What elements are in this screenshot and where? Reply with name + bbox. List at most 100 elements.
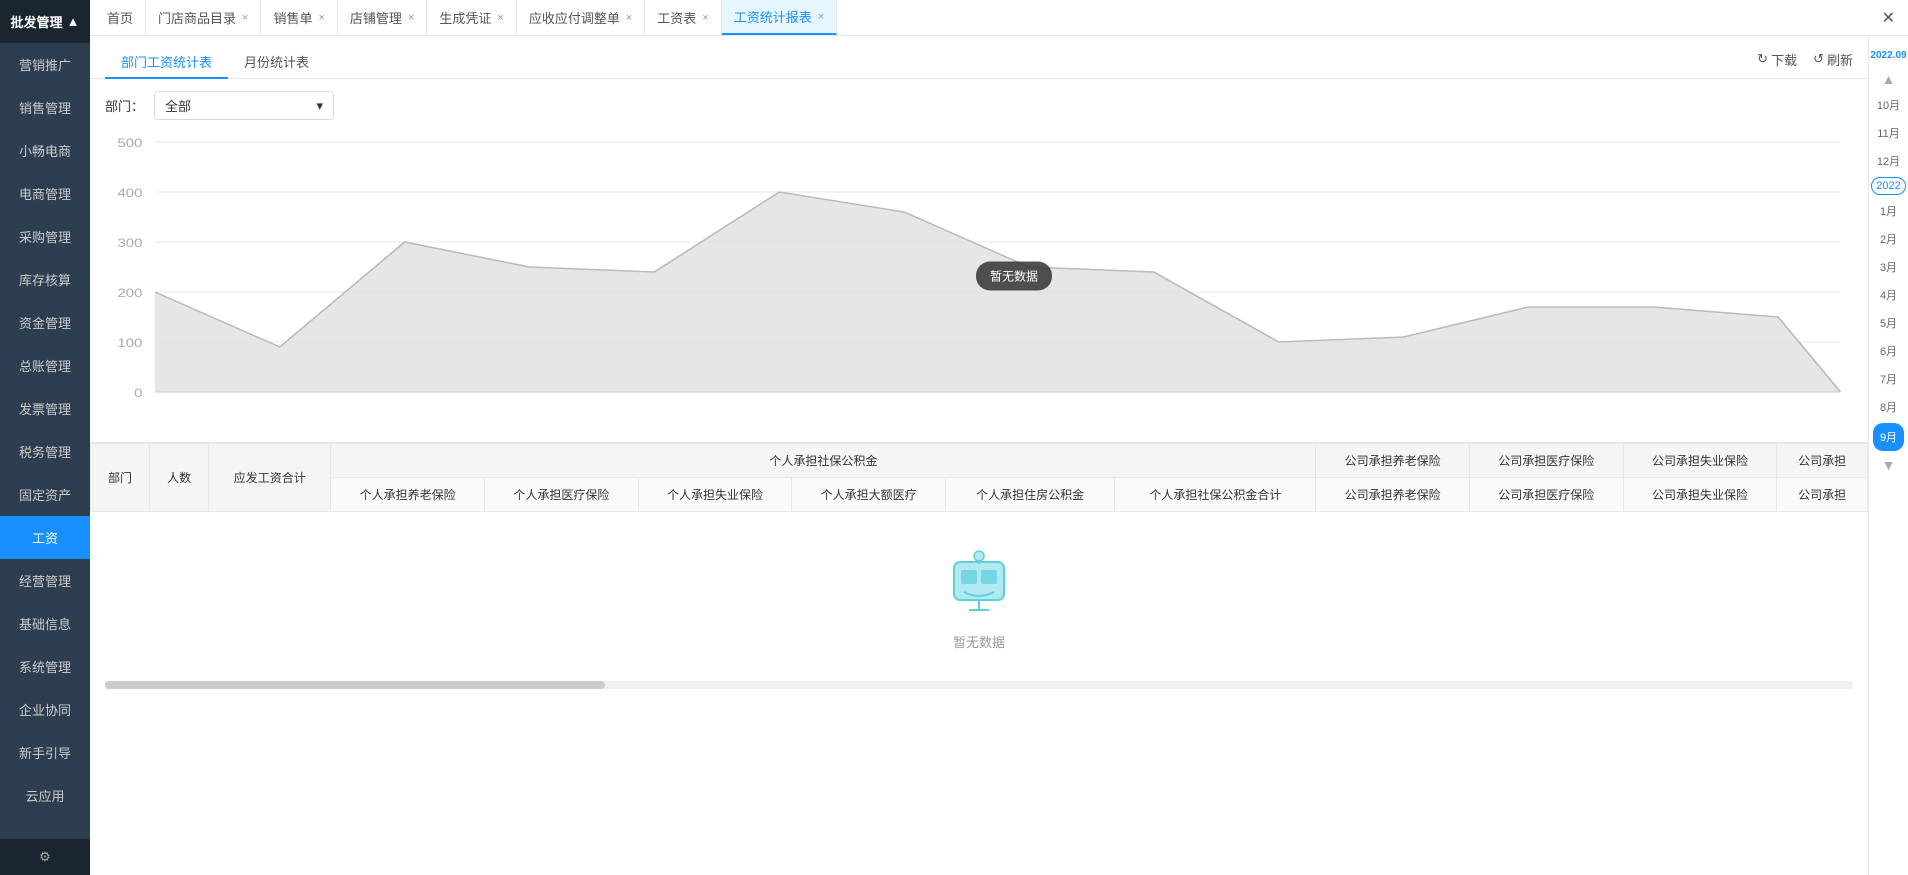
download-button[interactable]: ↻ 下载 [1757, 50, 1797, 69]
sidebar-item-电商管理[interactable]: 电商管理 [0, 172, 90, 215]
th-company-old-insurance: 公司承担养老保险 [1316, 444, 1470, 478]
empty-state-text: 暂无数据 [953, 632, 1005, 651]
th-department: 部门 [91, 444, 150, 512]
th-personal-unemp: 个人承担失业保险 [638, 478, 792, 512]
table-area[interactable]: 部门 人数 应发工资合计 个人承担社保公积金 公司承担养老保险 公司承担医疗保险… [90, 442, 1868, 875]
sub-tab-部门工资统计表[interactable]: 部门工资统计表 [105, 46, 228, 79]
top-tab-label: 销售单 [273, 8, 312, 27]
th-personal-total: 个人承担社保公积金合计 [1115, 478, 1316, 512]
timeline-jul[interactable]: 7月 [1869, 365, 1908, 393]
th-co-unemp-dup: 公司承担失业保险 [1623, 478, 1777, 512]
department-select[interactable]: 全部 ▾ [154, 91, 334, 120]
top-tab-label: 门店商品目录 [158, 8, 236, 27]
sidebar-item-税务管理[interactable]: 税务管理 [0, 430, 90, 473]
svg-text:0: 0 [134, 386, 143, 399]
th-personal-big-medical: 个人承担大额医疗 [792, 478, 946, 512]
timeline-down-arrow[interactable]: ▼ [1869, 453, 1908, 477]
tab-close-icon[interactable]: × [702, 12, 708, 24]
timeline-may[interactable]: 5月 [1869, 309, 1908, 337]
sidebar-item-发票管理[interactable]: 发票管理 [0, 387, 90, 430]
timeline-jan[interactable]: 1月 [1869, 197, 1908, 225]
sidebar-item-采购管理[interactable]: 采购管理 [0, 215, 90, 258]
sidebar-item-库存核算[interactable]: 库存核算 [0, 258, 90, 301]
timeline-nov[interactable]: 11月 [1869, 119, 1908, 147]
department-filter-label: 部门： [105, 96, 144, 115]
sidebar-item-基础信息[interactable]: 基础信息 [0, 602, 90, 645]
top-tab-首页[interactable]: 首页 [95, 0, 146, 35]
sidebar-item-总账管理[interactable]: 总账管理 [0, 344, 90, 387]
salary-table: 部门 人数 应发工资合计 个人承担社保公积金 公司承担养老保险 公司承担医疗保险… [90, 443, 1868, 512]
timeline-aug[interactable]: 8月 [1869, 393, 1908, 421]
sidebar-item-系统管理[interactable]: 系统管理 [0, 645, 90, 688]
top-tab-工资表[interactable]: 工资表× [645, 0, 721, 35]
svg-text:200: 200 [117, 286, 142, 299]
timeline-dec[interactable]: 12月 [1869, 147, 1908, 175]
sidebar-item-企业协同[interactable]: 企业协同 [0, 688, 90, 731]
timeline-apr[interactable]: 4月 [1869, 281, 1908, 309]
refresh-button[interactable]: ↺ 刷新 [1813, 50, 1853, 69]
top-tab-工资统计报表[interactable]: 工资统计报表 × [722, 0, 837, 35]
content-area: 部门工资统计表月份统计表 ↻ 下载 ↺ 刷新 部门： 全部 ▾ [90, 36, 1868, 875]
sub-tab-月份统计表[interactable]: 月份统计表 [228, 46, 325, 79]
tab-close-icon[interactable]: × [408, 12, 414, 24]
sidebar-item-销售管理[interactable]: 销售管理 [0, 86, 90, 129]
svg-text:500: 500 [117, 136, 142, 149]
tab-close-icon[interactable]: × [626, 12, 632, 24]
timeline-oct[interactable]: 10月 [1869, 91, 1908, 119]
th-salary-total: 应发工资合计 [209, 444, 331, 512]
th-co-medical-dup: 公司承担医疗保险 [1469, 478, 1623, 512]
refresh-icon: ↺ [1813, 51, 1824, 67]
timeline-year[interactable]: 2022 [1871, 177, 1905, 195]
table-header-row1: 部门 人数 应发工资合计 个人承担社保公积金 公司承担养老保险 公司承担医疗保险… [91, 444, 1868, 478]
sidebar-item-资金管理[interactable]: 资金管理 [0, 301, 90, 344]
top-tab-label: 店铺管理 [350, 8, 402, 27]
top-tabs-right: ✕ [1882, 8, 1903, 28]
svg-text:400: 400 [117, 186, 142, 199]
timeline-sep[interactable]: 9月 [1873, 423, 1904, 451]
top-tab-应收应付调整单[interactable]: 应收应付调整单 × [517, 0, 645, 35]
top-tab-店铺管理[interactable]: 店铺管理 × [338, 0, 427, 35]
sidebar-item-新手引导[interactable]: 新手引导 [0, 731, 90, 774]
sub-tabs-actions: ↻ 下载 ↺ 刷新 [1757, 50, 1853, 75]
th-company-unemployment: 公司承担失业保险 [1623, 444, 1777, 478]
chart-svg: 500 400 300 200 100 0 [105, 132, 1853, 432]
sidebar-item-固定资产[interactable]: 固定资产 [0, 473, 90, 516]
th-count: 人数 [150, 444, 209, 512]
top-tab-生成凭证[interactable]: 生成凭证 × [427, 0, 516, 35]
sidebar-header[interactable]: 批发管理 ▲ [0, 0, 90, 43]
tab-close-icon[interactable]: × [318, 12, 324, 24]
timeline-feb[interactable]: 2月 [1869, 225, 1908, 253]
sidebar-item-小畅电商[interactable]: 小畅电商 [0, 129, 90, 172]
sidebar-item-经营管理[interactable]: 经营管理 [0, 559, 90, 602]
horizontal-scroll-thumb[interactable] [105, 681, 605, 689]
svg-text:300: 300 [117, 236, 142, 249]
top-tab-销售单[interactable]: 销售单 × [261, 0, 337, 35]
timeline-jun[interactable]: 6月 [1869, 337, 1908, 365]
top-tab-label: 生成凭证 [439, 8, 491, 27]
chevron-down-icon: ▾ [316, 98, 323, 114]
tab-close-icon[interactable]: × [497, 12, 503, 24]
timeline-panel: 2022.09 ▲ 10月 11月 12月 2022 1月 2月 3月 4月 5… [1868, 36, 1908, 875]
th-co-old-dup: 公司承担养老保险 [1316, 478, 1470, 512]
tab-close-icon[interactable]: × [242, 12, 248, 24]
top-tab-label: 首页 [107, 8, 133, 27]
empty-icon-svg [939, 542, 1019, 622]
sidebar-item-工资[interactable]: 工资 [0, 516, 90, 559]
timeline-up-arrow[interactable]: ▲ [1869, 67, 1908, 91]
top-tabs: 首页门店商品目录×销售单×店铺管理×生成凭证×应收应付调整单×工资表×工资统计报… [90, 0, 1908, 36]
th-company-medical: 公司承担医疗保险 [1469, 444, 1623, 478]
sidebar-item-云应用[interactable]: 云应用 [0, 774, 90, 817]
window-close-icon[interactable]: ✕ [1882, 8, 1895, 28]
timeline-mar[interactable]: 3月 [1869, 253, 1908, 281]
top-tab-label: 工资统计报表 [734, 7, 812, 26]
top-tab-门店商品目录[interactable]: 门店商品目录 × [146, 0, 261, 35]
sub-tabs: 部门工资统计表月份统计表 ↻ 下载 ↺ 刷新 [90, 36, 1868, 79]
sidebar-header-label: 批发管理 [11, 12, 63, 31]
sidebar: 批发管理 ▲ 营销推广销售管理小畅电商电商管理采购管理库存核算资金管理总账管理发… [0, 0, 90, 875]
horizontal-scrollbar[interactable] [105, 681, 1853, 689]
top-tab-label: 应收应付调整单 [529, 8, 620, 27]
th-company-more: 公司承担 [1777, 444, 1868, 478]
tab-close-icon[interactable]: × [818, 11, 824, 23]
sidebar-item-营销推广[interactable]: 营销推广 [0, 43, 90, 86]
sidebar-footer[interactable]: ⚙ [0, 839, 90, 875]
